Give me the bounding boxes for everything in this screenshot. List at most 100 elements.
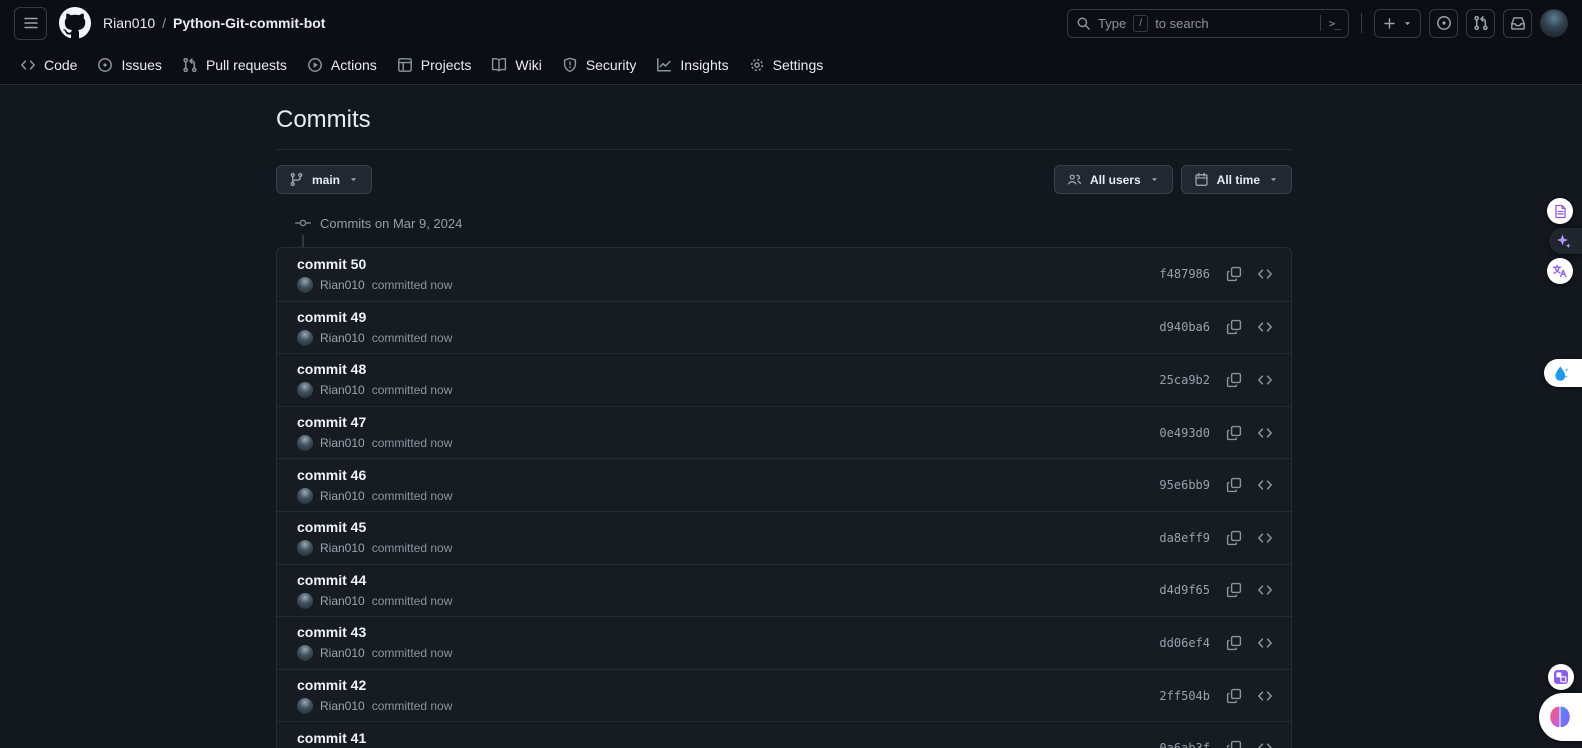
commit-hash[interactable]: 2ff504b	[1159, 689, 1210, 703]
search-input[interactable]: Type / to search >_	[1067, 8, 1349, 38]
commit-title[interactable]: commit 41	[297, 730, 500, 746]
commit-author-avatar[interactable]	[297, 487, 313, 504]
browse-code-button[interactable]	[1255, 528, 1275, 548]
browse-code-button[interactable]	[1255, 264, 1275, 284]
commit-hash[interactable]: 0e493d0	[1159, 426, 1210, 440]
commit-author[interactable]: Rian010	[320, 383, 365, 397]
browse-code-button[interactable]	[1255, 475, 1275, 495]
breadcrumb-repo[interactable]: Python-Git-commit-bot	[173, 15, 325, 31]
tab-projects[interactable]: Projects	[387, 46, 482, 84]
copy-sha-button[interactable]	[1224, 686, 1244, 706]
copy-sha-button[interactable]	[1224, 633, 1244, 653]
document-widget-button[interactable]	[1547, 198, 1573, 224]
commit-hash[interactable]: 25ca9b2	[1159, 373, 1210, 387]
table-icon	[399, 59, 411, 71]
all-time-filter-button[interactable]: All time	[1180, 165, 1292, 194]
browse-code-button[interactable]	[1255, 370, 1275, 390]
ai-brain-widget-button[interactable]	[1539, 693, 1582, 741]
commit-hash[interactable]: f487986	[1159, 267, 1210, 281]
tab-wiki[interactable]: Wiki	[481, 46, 551, 84]
play-icon	[309, 59, 321, 71]
chevron-down-icon	[1152, 178, 1157, 181]
commit-title[interactable]: commit 45	[297, 519, 452, 535]
tab-actions[interactable]: Actions	[297, 46, 387, 84]
commit-author[interactable]: Rian010	[320, 646, 365, 660]
copy-sha-button[interactable]	[1224, 580, 1244, 600]
breadcrumb-owner[interactable]: Rian010	[103, 15, 155, 31]
copy-sha-button[interactable]	[1224, 475, 1244, 495]
hamburger-menu-button[interactable]	[14, 6, 47, 40]
tab-pull-requests[interactable]: Pull requests	[172, 46, 297, 84]
commits-toolbar: main All users All time	[276, 165, 1292, 194]
commit-row: commit 45 Rian010 committed now da8eff9	[277, 510, 1291, 564]
commit-title[interactable]: commit 42	[297, 677, 452, 693]
tab-issues[interactable]: Issues	[87, 46, 171, 84]
browse-code-button[interactable]	[1255, 633, 1275, 653]
commit-author[interactable]: Rian010	[320, 489, 365, 503]
commit-author[interactable]: Rian010	[320, 541, 365, 555]
commit-hash[interactable]: d4d9f65	[1159, 583, 1210, 597]
tab-security[interactable]: Security	[552, 46, 647, 84]
create-new-button[interactable]	[1374, 8, 1421, 38]
issues-dashboard-button[interactable]	[1429, 8, 1458, 38]
commit-author[interactable]: Rian010	[320, 436, 365, 450]
copy-sha-button[interactable]	[1224, 264, 1244, 284]
browse-code-button[interactable]	[1255, 738, 1275, 748]
gear-icon	[751, 60, 762, 71]
browse-code-button[interactable]	[1255, 423, 1275, 443]
copy-sha-button[interactable]	[1224, 423, 1244, 443]
sparkles-widget-button[interactable]	[1549, 228, 1582, 254]
command-palette-icon[interactable]: >_	[1329, 17, 1341, 30]
copy-sha-button[interactable]	[1224, 528, 1244, 548]
commit-author-avatar[interactable]	[297, 645, 313, 662]
commit-author-avatar[interactable]	[297, 698, 313, 715]
inbox-button[interactable]	[1503, 8, 1532, 38]
copy-icon	[1228, 479, 1241, 492]
commit-author-avatar[interactable]	[297, 592, 313, 609]
commit-hash[interactable]: dd06ef4	[1159, 636, 1210, 650]
commit-title[interactable]: commit 44	[297, 572, 452, 588]
commit-title[interactable]: commit 46	[297, 467, 452, 483]
commit-hash[interactable]: d940ba6	[1159, 320, 1210, 334]
branch-selector-button[interactable]: main	[276, 165, 373, 194]
commit-author[interactable]: Rian010	[320, 699, 365, 713]
people-icon	[1069, 175, 1081, 184]
commit-hash[interactable]: 0a6ab3f	[1159, 741, 1210, 748]
commit-author-avatar[interactable]	[297, 329, 313, 346]
commit-title[interactable]: commit 49	[297, 309, 452, 325]
copy-sha-button[interactable]	[1224, 738, 1244, 748]
commit-author-avatar[interactable]	[297, 435, 313, 452]
commit-author[interactable]: Rian010	[320, 331, 365, 345]
commit-title[interactable]: commit 50	[297, 256, 452, 272]
commit-hash[interactable]: da8eff9	[1159, 531, 1210, 545]
commit-title[interactable]: commit 43	[297, 624, 452, 640]
copy-sha-button[interactable]	[1224, 317, 1244, 337]
tab-projects-label: Projects	[420, 57, 472, 73]
translate-widget-button[interactable]	[1547, 258, 1573, 284]
browse-code-button[interactable]	[1255, 580, 1275, 600]
tab-code[interactable]: Code	[10, 46, 87, 84]
water-drop-widget-button[interactable]	[1544, 359, 1582, 387]
browse-code-button[interactable]	[1255, 317, 1275, 337]
commit-author-avatar[interactable]	[297, 540, 313, 557]
tab-insights[interactable]: Insights	[646, 46, 738, 84]
tab-wiki-label: Wiki	[515, 57, 542, 73]
translate-squares-widget-button[interactable]	[1548, 664, 1574, 690]
commit-meta-text: committed now	[371, 330, 453, 345]
pull-requests-dashboard-button[interactable]	[1466, 8, 1495, 38]
commit-author[interactable]: Rian010	[320, 278, 365, 292]
commit-author-avatar[interactable]	[297, 382, 313, 399]
git-branch-icon	[291, 174, 301, 186]
commit-author[interactable]: Rian010	[320, 594, 365, 608]
commit-author-avatar[interactable]	[297, 276, 313, 293]
all-users-filter-button[interactable]: All users	[1053, 165, 1173, 194]
browse-code-button[interactable]	[1255, 686, 1275, 706]
copy-sha-button[interactable]	[1224, 370, 1244, 390]
commit-title[interactable]: commit 48	[297, 361, 452, 377]
slash-key-hint: /	[1133, 14, 1149, 32]
commit-hash[interactable]: 95e6bb9	[1159, 478, 1210, 492]
tab-settings[interactable]: Settings	[739, 46, 834, 84]
commit-title[interactable]: commit 47	[297, 414, 452, 430]
user-avatar[interactable]	[1540, 9, 1568, 37]
github-logo-icon[interactable]	[59, 7, 91, 39]
